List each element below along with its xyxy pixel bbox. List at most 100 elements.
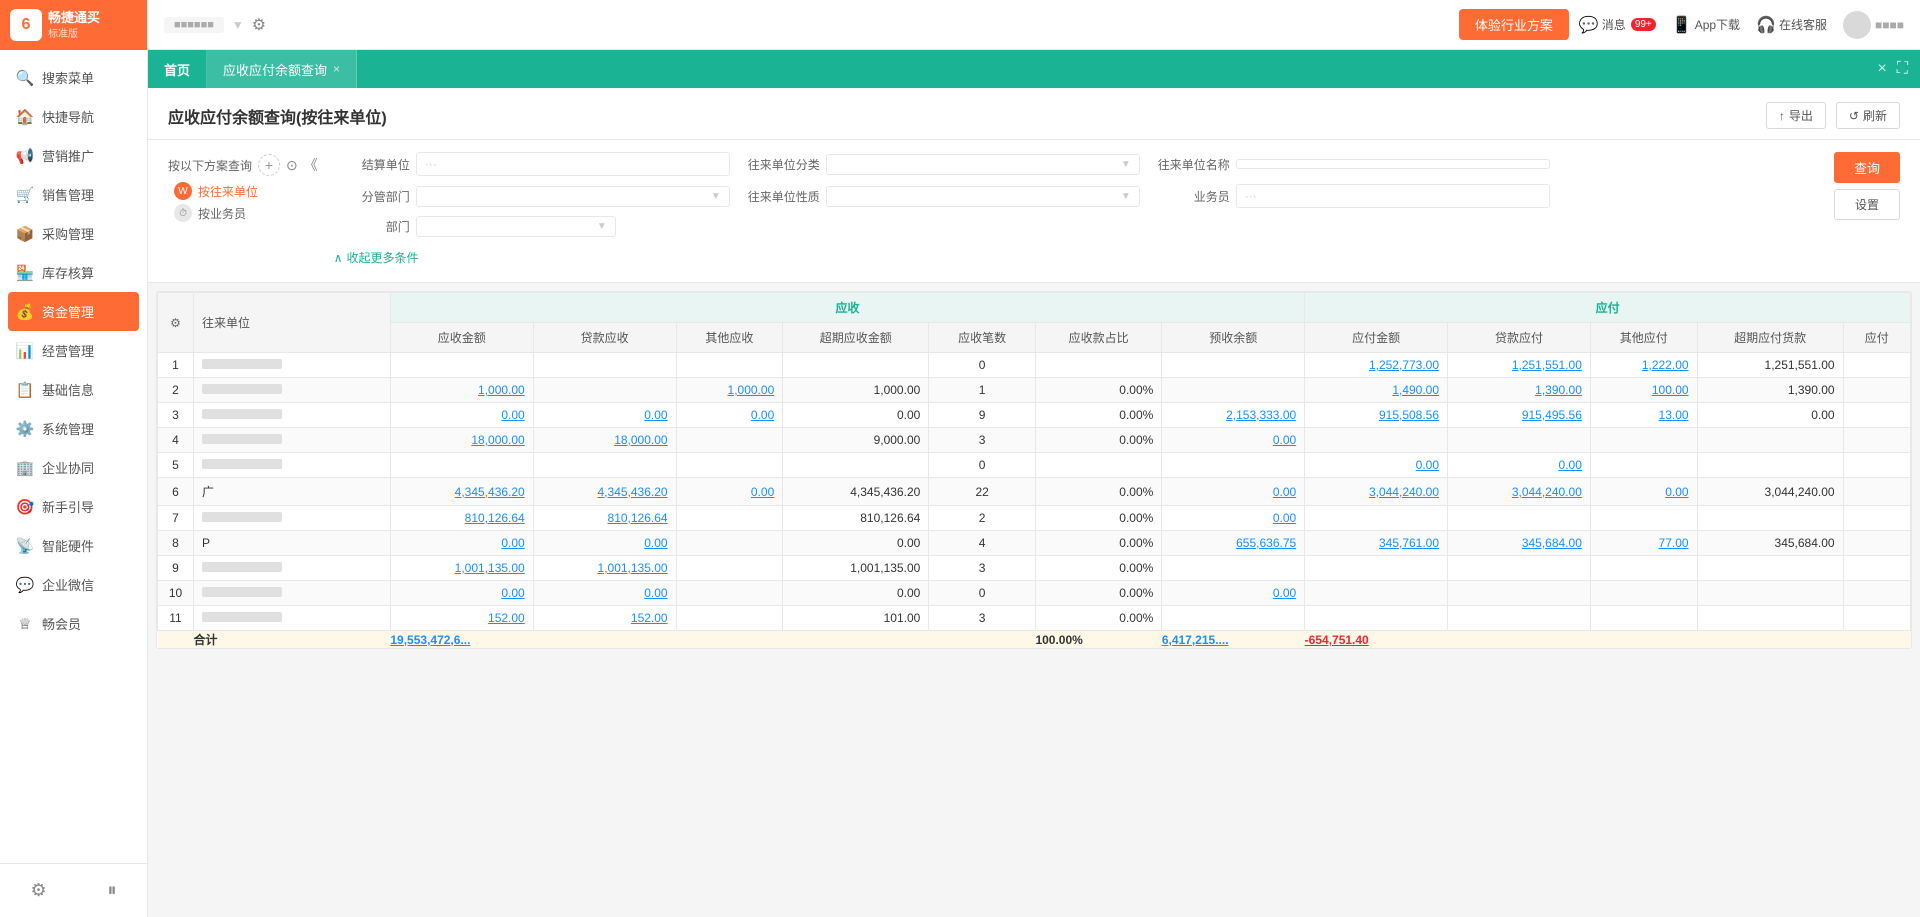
table-settings-icon[interactable]: ⚙ — [170, 316, 181, 330]
wanglai-xingzhi-label: 往来单位性质 — [740, 188, 820, 205]
page-header: 应收应付余额查询(按往来单位) ↑ 导出 ↺ 刷新 — [148, 88, 1920, 140]
sidebar-item-sales[interactable]: 🛒 销售管理 — [0, 175, 147, 214]
sidebar-item-operation[interactable]: 📊 经营管理 — [0, 331, 147, 370]
table-row: 6广4,345,436.204,345,436.200.004,345,436.… — [158, 478, 1911, 506]
table-row: 11152.00152.00101.0030.00% — [158, 606, 1911, 631]
sidebar: 6 畅捷通买 标准版 🔍 搜索菜单 🏠 快捷导航 📢 营销推广 🛒 销售管理 📦… — [0, 0, 148, 917]
collapse-left-icon[interactable]: 《 — [304, 155, 318, 175]
download-icon: 📱 — [1672, 15, 1692, 35]
add-scheme-button[interactable]: + — [258, 154, 280, 176]
footer-ys-dk — [533, 631, 676, 649]
scheme-wanglai[interactable]: W 按往来单位 — [174, 182, 318, 200]
enterprise-icon: 🏢 — [16, 459, 34, 477]
wanglai-fenlei-label: 往来单位分类 — [740, 156, 820, 173]
row-name — [194, 556, 391, 581]
sidebar-item-label: 营销推广 — [42, 146, 94, 165]
footer-yf-je[interactable]: -654,751.40 — [1305, 631, 1448, 649]
filter-yewuyuan: 业务员 ··· — [1150, 184, 1550, 208]
filter-wanglai-mingcheng: 往来单位名称 — [1150, 156, 1550, 173]
sidebar-item-inventory[interactable]: 🏪 库存核算 — [0, 253, 147, 292]
filter-fenguan: 分管部门 ▼ — [330, 186, 730, 207]
wanglai-xingzhi-input[interactable]: ▼ — [826, 186, 1140, 207]
sidebar-item-quicknav[interactable]: 🏠 快捷导航 — [0, 97, 147, 136]
finance-icon: 💰 — [16, 303, 34, 321]
gear-icon[interactable]: ⚙ — [252, 15, 266, 35]
btn-area: 查询 设置 — [1834, 152, 1900, 220]
wanglai-mingcheng-input[interactable] — [1236, 159, 1550, 169]
footer-yf-dk — [1448, 631, 1591, 649]
filter-collapse-row: ∧ 收起更多条件 — [330, 245, 1822, 270]
footer-ys-yushou[interactable]: 6,417,215.... — [1162, 631, 1305, 649]
fullscreen-icon[interactable]: ⛶ — [1897, 60, 1908, 78]
filter-area: 按以下方案查询 + ⊙ 《 W 按往来单位 ⏱ 按业务员 — [148, 140, 1920, 283]
setting-button[interactable]: 设置 — [1834, 189, 1900, 220]
row-name — [194, 353, 391, 378]
message-button[interactable]: 💬 消息 99+ — [1579, 15, 1656, 35]
table-container: ⚙ 往来单位 应收 应付 应收金额 贷款应收 其他应收 超期应收金额 应收笔数 … — [156, 291, 1912, 649]
app-download-button[interactable]: 📱 App下载 — [1672, 15, 1740, 35]
footer-ys-qt — [676, 631, 783, 649]
app-download-label: App下载 — [1695, 16, 1740, 33]
user-area[interactable]: ■■■■ — [1843, 11, 1904, 39]
sidebar-item-finance[interactable]: 💰 资金管理 — [8, 292, 139, 331]
sidebar-item-enterprise[interactable]: 🏢 企业协同 — [0, 448, 147, 487]
scheme-yewuyuan[interactable]: ⏱ 按业务员 — [174, 204, 318, 222]
online-service-button[interactable]: 🎧 在线客服 — [1756, 15, 1827, 35]
fenguan-input[interactable]: ▼ — [416, 186, 730, 207]
jiesuan-input[interactable]: ··· — [416, 152, 730, 176]
sidebar-item-wechat[interactable]: 💬 企业微信 — [0, 565, 147, 604]
message-icon: 💬 — [1579, 15, 1599, 35]
system-icon: ⚙️ — [16, 420, 34, 438]
wanglai-fenlei-input[interactable]: ▼ — [826, 154, 1140, 175]
marketing-icon: 📢 — [16, 147, 34, 165]
table-row: 30.000.000.000.0090.00%2,153,333.00915,5… — [158, 403, 1911, 428]
tab-close-icon[interactable]: × — [333, 62, 340, 76]
footer-ys-je[interactable]: 19,553,472,6... — [390, 631, 533, 649]
collapse-sidebar-icon[interactable]: ⏸ — [102, 874, 123, 907]
th-yf-tail: 应付 — [1843, 323, 1910, 353]
th-yf-cq: 超期应付货款 — [1697, 323, 1843, 353]
inventory-icon: 🏪 — [16, 264, 34, 282]
collapse-button[interactable]: ∧ 收起更多条件 — [330, 245, 1822, 270]
sidebar-item-search[interactable]: 🔍 搜索菜单 — [0, 58, 147, 97]
page-actions: ↑ 导出 ↺ 刷新 — [1766, 102, 1900, 129]
sidebar-item-purchase[interactable]: 📦 采购管理 — [0, 214, 147, 253]
home-icon: 🏠 — [16, 108, 34, 126]
sidebar-item-system[interactable]: ⚙️ 系统管理 — [0, 409, 147, 448]
bumen-input[interactable]: ▼ — [416, 216, 616, 237]
th-ys-je: 应收金额 — [390, 323, 533, 353]
settings2-icon[interactable]: ⊙ — [286, 157, 298, 174]
sidebar-item-vip[interactable]: ♕ 畅会员 — [0, 604, 147, 643]
sidebar-item-hardware[interactable]: 📡 智能硬件 — [0, 526, 147, 565]
row-name — [194, 606, 391, 631]
message-badge: 99+ — [1631, 18, 1656, 31]
search-icon: 🔍 — [16, 69, 34, 87]
table-row: 418,000.0018,000.009,000.0030.00%0.00 — [158, 428, 1911, 453]
export-icon: ↑ — [1779, 109, 1785, 123]
user-name: ■■■■ — [1875, 18, 1904, 32]
table-wrap: ⚙ 往来单位 应收 应付 应收金额 贷款应收 其他应收 超期应收金额 应收笔数 … — [157, 292, 1911, 648]
th-ys-qt: 其他应收 — [676, 323, 783, 353]
query-button[interactable]: 查询 — [1834, 152, 1900, 183]
wechat-icon: 💬 — [16, 576, 34, 594]
tab-ar-ap[interactable]: 应收应付余额查询 × — [207, 50, 357, 88]
refresh-button[interactable]: ↺ 刷新 — [1836, 102, 1900, 129]
sidebar-item-basic[interactable]: 📋 基础信息 — [0, 370, 147, 409]
row-no: 10 — [158, 581, 194, 606]
th-yf-je: 应付金额 — [1305, 323, 1448, 353]
jiesuan-label: 结算单位 — [330, 156, 410, 173]
breadcrumb-arrow: ▼ — [232, 18, 244, 32]
sidebar-item-marketing[interactable]: 📢 营销推广 — [0, 136, 147, 175]
th-yf-qt: 其他应付 — [1590, 323, 1697, 353]
th-ys-dk: 贷款应收 — [533, 323, 676, 353]
yewuyuan-input[interactable]: ··· — [1236, 184, 1550, 208]
row-no: 9 — [158, 556, 194, 581]
export-button[interactable]: ↑ 导出 — [1766, 102, 1826, 129]
tab-home[interactable]: 首页 — [148, 50, 207, 88]
table-row: 500.000.00 — [158, 453, 1911, 478]
sidebar-item-guide[interactable]: 🎯 新手引导 — [0, 487, 147, 526]
settings-bottom-icon[interactable]: ⚙ — [24, 874, 52, 907]
solution-button[interactable]: 体验行业方案 — [1459, 9, 1569, 40]
table-row: 91,001,135.001,001,135.001,001,135.0030.… — [158, 556, 1911, 581]
window-close-icon[interactable]: × — [1877, 60, 1886, 78]
